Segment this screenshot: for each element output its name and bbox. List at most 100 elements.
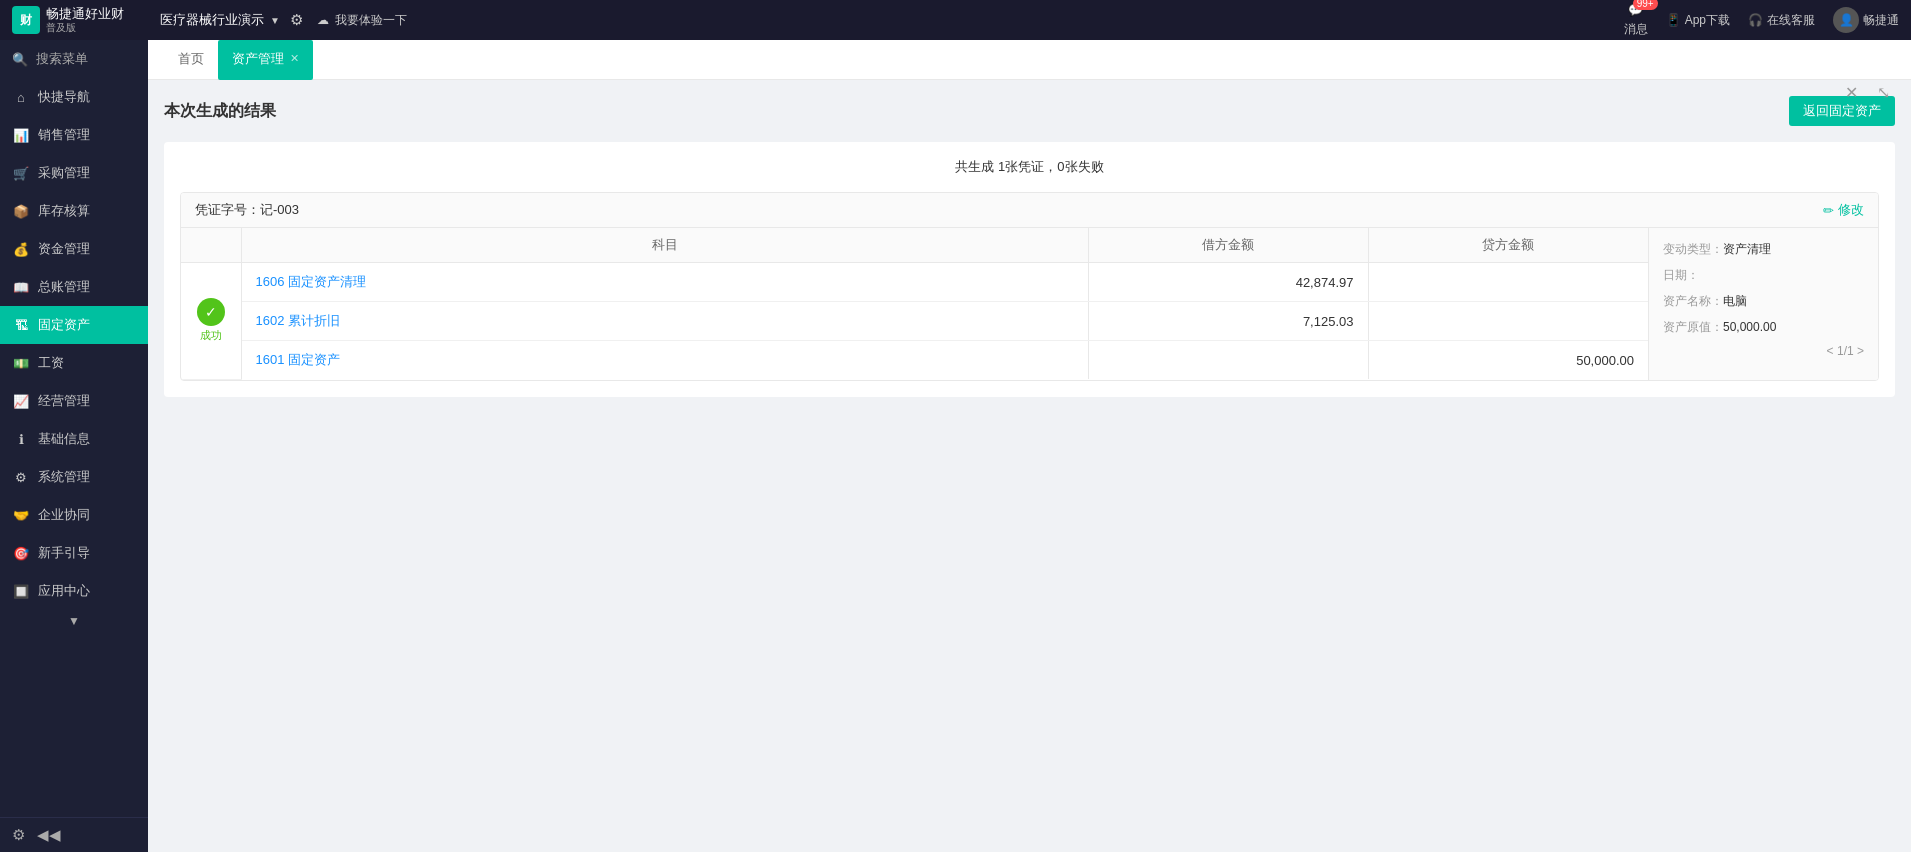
- voucher-body: 科目 借方金额 贷方金额 ✓ 成功: [181, 228, 1878, 380]
- sidebar-item-label: 企业协同: [38, 506, 90, 524]
- tab-bar: 首页 资产管理 ✕: [148, 40, 1911, 80]
- tab-asset-mgmt[interactable]: 资产管理 ✕: [218, 40, 313, 80]
- edit-label: 修改: [1838, 201, 1864, 219]
- sidebar-item-fixed-assets[interactable]: 🏗 固定资产: [0, 306, 148, 344]
- debit-cell: [1088, 341, 1368, 380]
- tab-home[interactable]: 首页: [164, 40, 218, 80]
- sidebar-item-inventory[interactable]: 📦 库存核算: [0, 192, 148, 230]
- user-profile[interactable]: 👤 畅捷通: [1833, 7, 1899, 33]
- sidebar-scroll-down[interactable]: ▼: [0, 610, 148, 632]
- sidebar-item-label: 总账管理: [38, 278, 90, 296]
- asset-name-label: 资产名称：: [1663, 292, 1723, 310]
- logo-icon: 财: [12, 6, 40, 34]
- basic-info-icon: ℹ: [12, 430, 30, 448]
- sidebar-item-label: 固定资产: [38, 316, 90, 334]
- trial-icon: ☁: [317, 13, 329, 27]
- result-header: 本次生成的结果 返回固定资产: [164, 96, 1895, 126]
- service-icon: 🎧: [1748, 13, 1763, 27]
- edit-button[interactable]: ✏ 修改: [1823, 201, 1864, 219]
- asset-value-value: 50,000.00: [1723, 318, 1864, 336]
- settings-icon[interactable]: ⚙: [290, 11, 303, 29]
- scroll-down-icon: ▼: [68, 614, 80, 628]
- operations-icon: 📈: [12, 392, 30, 410]
- sidebar-item-label: 应用中心: [38, 582, 90, 600]
- topbar: 财 畅捷通好业财 普及版 医疗器械行业演示 ▼ ⚙ ☁ 我要体验一下 💬 消息 …: [0, 0, 1911, 40]
- fixed-assets-icon: 🏗: [12, 316, 30, 334]
- sidebar-collapse-icon[interactable]: ◀◀: [37, 826, 61, 844]
- system-icon: ⚙: [12, 468, 30, 486]
- sidebar-item-label: 经营管理: [38, 392, 90, 410]
- th-status: [181, 228, 241, 263]
- th-credit: 贷方金额: [1368, 228, 1648, 263]
- close-panel-icon[interactable]: ✕: [1839, 80, 1863, 104]
- sidebar-item-purchase[interactable]: 🛒 采购管理: [0, 154, 148, 192]
- sidebar-item-quick-nav[interactable]: ⌂ 快捷导航: [0, 78, 148, 116]
- sidebar-item-label: 系统管理: [38, 468, 90, 486]
- sidebar-item-operations[interactable]: 📈 经营管理: [0, 382, 148, 420]
- trial-button[interactable]: ☁ 我要体验一下: [317, 12, 407, 29]
- sidebar-item-finance[interactable]: 💰 资金管理: [0, 230, 148, 268]
- side-change-type: 变动类型： 资产清理: [1663, 240, 1864, 258]
- logo-text: 畅捷通好业财 普及版: [46, 6, 124, 34]
- sidebar-item-guide[interactable]: 🎯 新手引导: [0, 534, 148, 572]
- company-arrow-icon: ▼: [270, 15, 280, 26]
- payroll-icon: 💵: [12, 354, 30, 372]
- sidebar-settings-icon[interactable]: ⚙: [12, 826, 25, 844]
- message-button[interactable]: 💬 消息 99+: [1624, 3, 1648, 38]
- sidebar-item-payroll[interactable]: 💵 工资: [0, 344, 148, 382]
- success-icon: ✓: [197, 298, 225, 326]
- status-text: 成功: [195, 328, 227, 343]
- edit-icon: ✏: [1823, 203, 1834, 218]
- enterprise-icon: 🤝: [12, 506, 30, 524]
- sidebar-item-apps[interactable]: 🔲 应用中心: [0, 572, 148, 610]
- subject-cell: 1601 固定资产: [241, 341, 1088, 380]
- tab-close-icon[interactable]: ✕: [290, 52, 299, 65]
- side-date: 日期：: [1663, 266, 1864, 284]
- table-row: ✓ 成功 1606 固定资产清理 42,874.97: [181, 263, 1648, 302]
- app-label: App下载: [1685, 12, 1730, 29]
- content-area: 首页 资产管理 ✕ ✕ ⤡ 本次生成的结果 返回固定资产: [148, 40, 1911, 852]
- th-debit: 借方金额: [1088, 228, 1368, 263]
- sidebar-search[interactable]: 🔍 搜索菜单: [0, 40, 148, 78]
- company-selector[interactable]: 医疗器械行业演示 ▼: [160, 11, 280, 29]
- asset-value-label: 资产原值：: [1663, 318, 1723, 336]
- voucher-table: 科目 借方金额 贷方金额 ✓ 成功: [181, 228, 1648, 380]
- sidebar-item-label: 新手引导: [38, 544, 90, 562]
- sidebar-item-label: 库存核算: [38, 202, 90, 220]
- sidebar-item-basic-info[interactable]: ℹ 基础信息: [0, 420, 148, 458]
- company-name: 医疗器械行业演示: [160, 11, 264, 29]
- sidebar-item-label: 销售管理: [38, 126, 90, 144]
- page-title: 本次生成的结果: [164, 101, 276, 122]
- credit-cell: [1368, 302, 1648, 341]
- pagination-prev-icon[interactable]: <: [1827, 344, 1834, 358]
- sidebar-item-sales[interactable]: 📊 销售管理: [0, 116, 148, 154]
- th-subject: 科目: [241, 228, 1088, 263]
- pagination: < 1/1 >: [1663, 344, 1864, 358]
- app-download-button[interactable]: 📱 App下载: [1666, 12, 1730, 29]
- username: 畅捷通: [1863, 12, 1899, 29]
- avatar: 👤: [1833, 7, 1859, 33]
- sidebar-item-system[interactable]: ⚙ 系统管理: [0, 458, 148, 496]
- side-asset-name: 资产名称： 电脑: [1663, 292, 1864, 310]
- sidebar-item-label: 快捷导航: [38, 88, 90, 106]
- online-service-button[interactable]: 🎧 在线客服: [1748, 12, 1815, 29]
- status-cell: ✓ 成功: [181, 263, 241, 380]
- sidebar-item-enterprise[interactable]: 🤝 企业协同: [0, 496, 148, 534]
- side-asset-value: 资产原值： 50,000.00: [1663, 318, 1864, 336]
- message-label: 消息: [1624, 21, 1648, 38]
- debit-cell: 7,125.03: [1088, 302, 1368, 341]
- summary-text: 共生成 1张凭证，0张失败: [955, 159, 1103, 174]
- main-layout: 🔍 搜索菜单 ⌂ 快捷导航 📊 销售管理 🛒 采购管理 📦 库存核算 💰 资金管…: [0, 40, 1911, 852]
- search-icon: 🔍: [12, 52, 28, 67]
- sidebar-item-label: 采购管理: [38, 164, 90, 182]
- logo-sub: 普及版: [46, 22, 124, 34]
- message-badge: 99+: [1633, 0, 1658, 10]
- topbar-right: 💬 消息 99+ 📱 App下载 🎧 在线客服 👤 畅捷通: [1624, 3, 1899, 38]
- guide-icon: 🎯: [12, 544, 30, 562]
- table-row: 1601 固定资产 50,000.00: [181, 341, 1648, 380]
- expand-panel-icon[interactable]: ⤡: [1871, 80, 1895, 104]
- pagination-next-icon[interactable]: >: [1857, 344, 1864, 358]
- sidebar-item-ledger[interactable]: 📖 总账管理: [0, 268, 148, 306]
- change-type-label: 变动类型：: [1663, 240, 1723, 258]
- sidebar-item-label: 基础信息: [38, 430, 90, 448]
